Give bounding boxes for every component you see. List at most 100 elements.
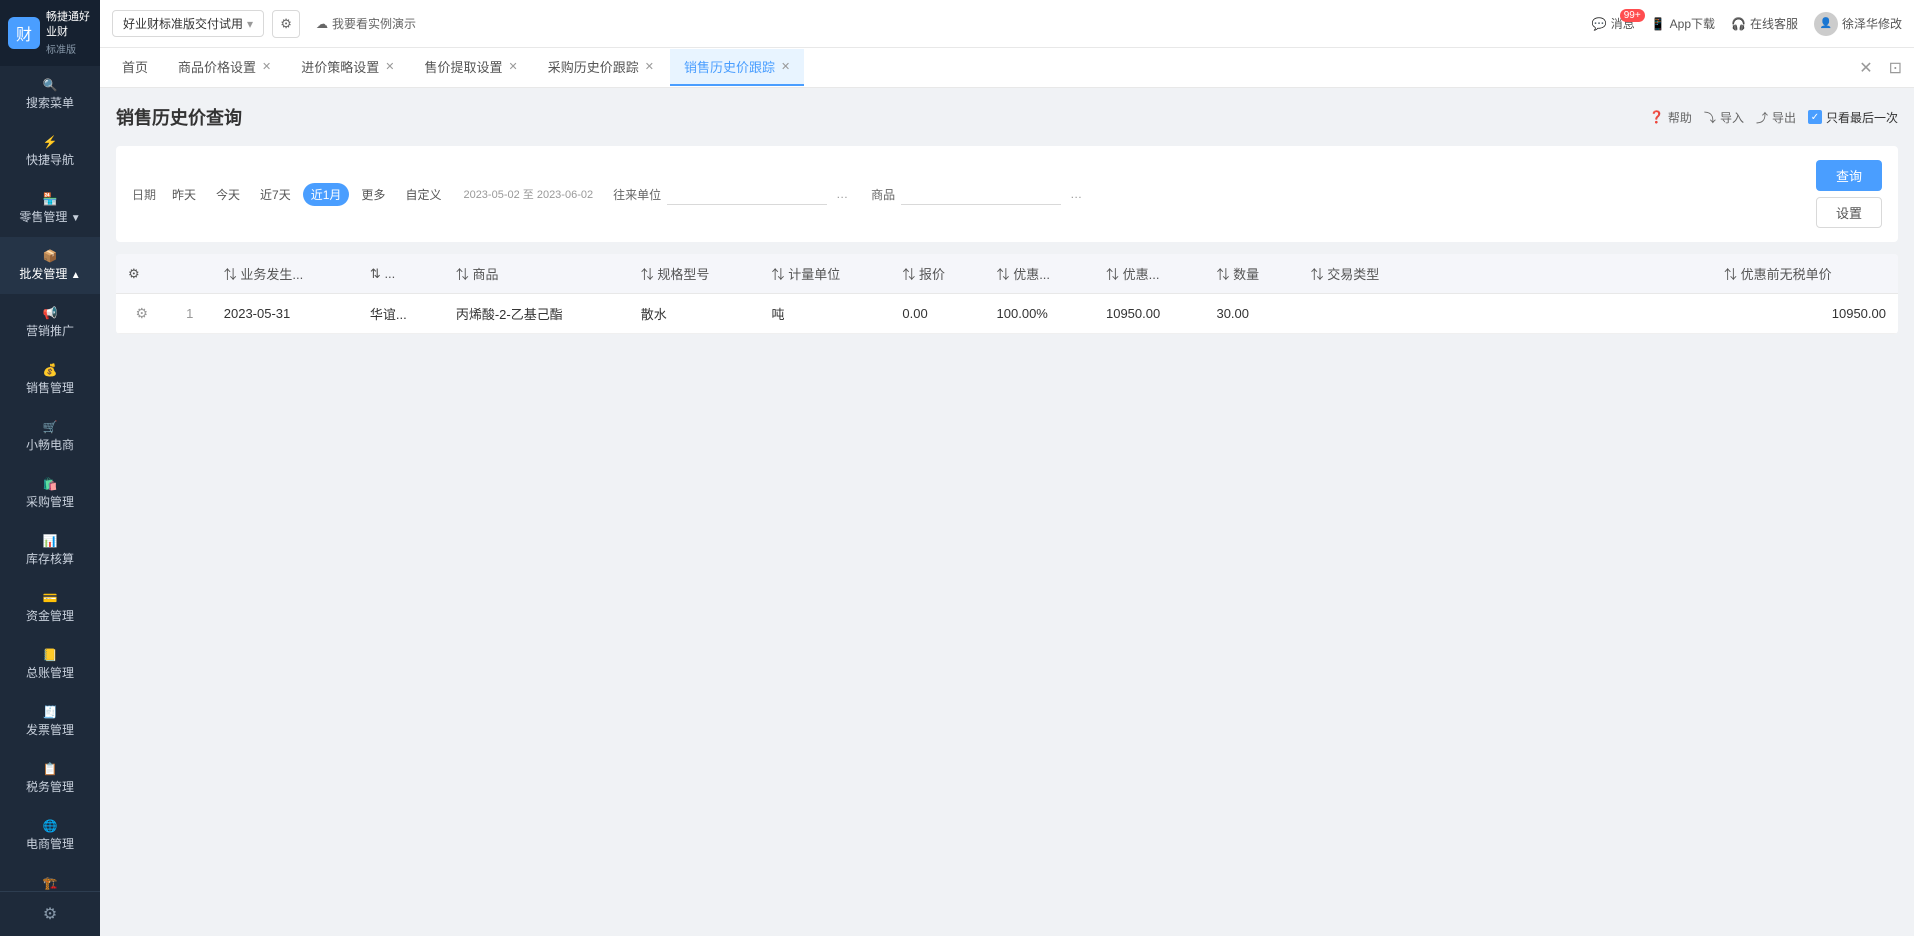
version-selector[interactable]: 好业财标准版交付试用 ▾	[112, 10, 264, 37]
sidebar-item-label: 销售管理	[0, 379, 100, 396]
logo-icon: 财	[8, 17, 40, 49]
sort-icon: ⇅	[772, 267, 785, 282]
tab-sale-extract[interactable]: 售价提取设置 ✕	[410, 49, 531, 86]
sidebar-item-label: 资金管理	[0, 607, 100, 624]
help-icon: ❓	[1649, 110, 1664, 124]
tab-close-icon[interactable]: ✕	[645, 60, 654, 73]
sort-icon: ⇅	[456, 267, 469, 282]
invoice-icon: 🧾	[0, 705, 100, 719]
topbar-gear-button[interactable]: ⚙	[272, 10, 300, 38]
col-price[interactable]: ⇅ 报价	[890, 254, 984, 294]
tab-close-icon[interactable]: ✕	[385, 60, 394, 73]
table-gear-icon[interactable]: ⚙	[128, 266, 140, 281]
username: 徐泽华修改	[1842, 15, 1902, 32]
tab-close-icon[interactable]: ✕	[262, 60, 271, 73]
only-last-checkbox[interactable]: ✓ 只看最后一次	[1808, 109, 1898, 126]
tab-close-icon[interactable]: ✕	[509, 60, 518, 73]
sidebar-item-retail[interactable]: 🏪 零售管理 ▼	[0, 180, 100, 237]
window-controls: ✕ ⊡	[1855, 54, 1906, 82]
window-maximize-button[interactable]: ⊡	[1885, 54, 1906, 82]
row-trade-type	[1299, 294, 1430, 334]
demo-link-icon: ☁	[316, 17, 328, 31]
filter-settings-button[interactable]: 设置	[1816, 197, 1882, 228]
date-btn-last7[interactable]: 近7天	[252, 183, 299, 206]
export-label: 导出	[1772, 109, 1796, 126]
tab-close-icon[interactable]: ✕	[781, 60, 790, 73]
sidebar-item-marketing[interactable]: 📢 营销推广	[0, 294, 100, 351]
date-btn-more[interactable]: 更多	[353, 183, 393, 206]
page-header: 销售历史价查询 ❓ 帮助 ⤵ 导入 ⤴ 导出 ✓ 只看最后一次	[116, 104, 1898, 130]
tab-purchase-history[interactable]: 采购历史价跟踪 ✕	[534, 49, 668, 86]
sidebar-gear-icon[interactable]: ⚙	[0, 904, 100, 924]
sidebar-item-ledger[interactable]: 📒 总账管理	[0, 636, 100, 693]
logo-sub: 标准版	[46, 41, 92, 56]
sort-icon: ⇅	[224, 267, 237, 282]
header-actions: ❓ 帮助 ⤵ 导入 ⤴ 导出 ✓ 只看最后一次	[1649, 109, 1898, 126]
sidebar-item-sales[interactable]: 💰 销售管理	[0, 351, 100, 408]
sidebar-item-tax[interactable]: 📋 税务管理	[0, 750, 100, 807]
date-btn-last1m[interactable]: 近1月	[303, 183, 350, 206]
product-input[interactable]	[901, 184, 1061, 205]
sidebar-settings[interactable]: ⚙	[0, 891, 100, 936]
tab-price-settings[interactable]: 商品价格设置 ✕	[164, 49, 285, 86]
sidebar-item-wholesale[interactable]: 📦 批发管理 ▲	[0, 237, 100, 294]
date-btn-today[interactable]: 今天	[208, 183, 248, 206]
sidebar-item-label: 搜索菜单	[0, 94, 100, 111]
from-unit-input[interactable]	[667, 184, 827, 205]
sort-icon: ⇅	[1106, 267, 1119, 282]
col-gear: ⚙	[116, 254, 168, 294]
sidebar-item-quicknav[interactable]: ⚡ 快捷导航	[0, 123, 100, 180]
query-button[interactable]: 查询	[1816, 160, 1882, 191]
date-btn-yesterday[interactable]: 昨天	[164, 183, 204, 206]
sidebar-item-inventory[interactable]: 📊 库存核算	[0, 522, 100, 579]
app-download-button[interactable]: 📱 App下载	[1651, 15, 1715, 32]
col-pretax-price[interactable]: ⇅ 优惠前无税单价	[1712, 254, 1898, 294]
sidebar-item-label: 库存核算	[0, 550, 100, 567]
app-logo: 财 畅捷通好业财 标准版	[0, 0, 100, 66]
only-last-label: 只看最后一次	[1826, 109, 1898, 126]
import-button[interactable]: ⤵ 导入	[1704, 109, 1744, 126]
sidebar-item-purchase[interactable]: 🛍️ 采购管理	[0, 465, 100, 522]
message-badge: 99+	[1620, 9, 1645, 22]
demo-link[interactable]: ☁ 我要看实例演示	[308, 11, 424, 36]
col-product[interactable]: ⇅ 商品	[444, 254, 629, 294]
row-gear-icon[interactable]: ⚙	[136, 305, 149, 321]
online-service-button[interactable]: 🎧 在线客服	[1731, 15, 1798, 32]
message-icon: 💬	[1592, 17, 1607, 31]
sidebar-item-invoice[interactable]: 🧾 发票管理	[0, 693, 100, 750]
sidebar-item-finance[interactable]: 💳 资金管理	[0, 579, 100, 636]
col-more[interactable]: ⇅ ...	[358, 254, 444, 294]
tab-sales-history[interactable]: 销售历史价跟踪 ✕	[670, 49, 804, 86]
col-unit[interactable]: ⇅ 计量单位	[760, 254, 891, 294]
message-button[interactable]: 💬 消息 99+	[1592, 15, 1635, 32]
col-discount-pct[interactable]: ⇅ 优惠...	[985, 254, 1094, 294]
tab-purchase-strategy[interactable]: 进价策略设置 ✕	[287, 49, 408, 86]
col-trade-type[interactable]: ⇅ 交易类型	[1299, 254, 1430, 294]
avatar: 👤	[1814, 12, 1838, 36]
col-spec[interactable]: ⇅ 规格型号	[629, 254, 760, 294]
tab-home[interactable]: 首页	[108, 49, 162, 86]
window-close-button[interactable]: ✕	[1855, 54, 1876, 82]
sidebar-item-search[interactable]: 🔍 搜索菜单	[0, 66, 100, 123]
tab-price-settings-label: 商品价格设置	[178, 57, 256, 76]
export-button[interactable]: ⤴ 导出	[1756, 109, 1796, 126]
inventory-icon: 📊	[0, 534, 100, 548]
date-filter-options: 昨天 今天 近7天 近1月 更多 自定义	[164, 183, 449, 206]
page-title: 销售历史价查询	[116, 104, 242, 130]
user-info[interactable]: 👤 徐泽华修改	[1814, 12, 1902, 36]
table-header: ⚙ ⇅ 业务发生... ⇅ ... ⇅ 商品	[116, 254, 1898, 294]
topbar: 好业财标准版交付试用 ▾ ⚙ ☁ 我要看实例演示 💬 消息 99+ 📱 App下…	[100, 0, 1914, 48]
col-biz-date[interactable]: ⇅ 业务发生...	[212, 254, 358, 294]
date-btn-custom[interactable]: 自定义	[397, 183, 449, 206]
row-spec: 散水	[629, 294, 760, 334]
sidebar-item-ecommerce-small[interactable]: 🛒 小畅电商	[0, 408, 100, 465]
sidebar-item-fixed-assets[interactable]: 🏗️ 固定资产	[0, 864, 100, 891]
main-area: 好业财标准版交付试用 ▾ ⚙ ☁ 我要看实例演示 💬 消息 99+ 📱 App下…	[100, 0, 1914, 936]
col-quantity[interactable]: ⇅ 数量	[1204, 254, 1298, 294]
product-more-button[interactable]: …	[1067, 184, 1085, 204]
from-unit-more-button[interactable]: …	[833, 184, 851, 204]
sidebar-item-ecommerce[interactable]: 🌐 电商管理	[0, 807, 100, 864]
sidebar-item-label: 小畅电商	[0, 436, 100, 453]
col-discount-amt[interactable]: ⇅ 优惠...	[1094, 254, 1204, 294]
help-button[interactable]: ❓ 帮助	[1649, 109, 1692, 126]
